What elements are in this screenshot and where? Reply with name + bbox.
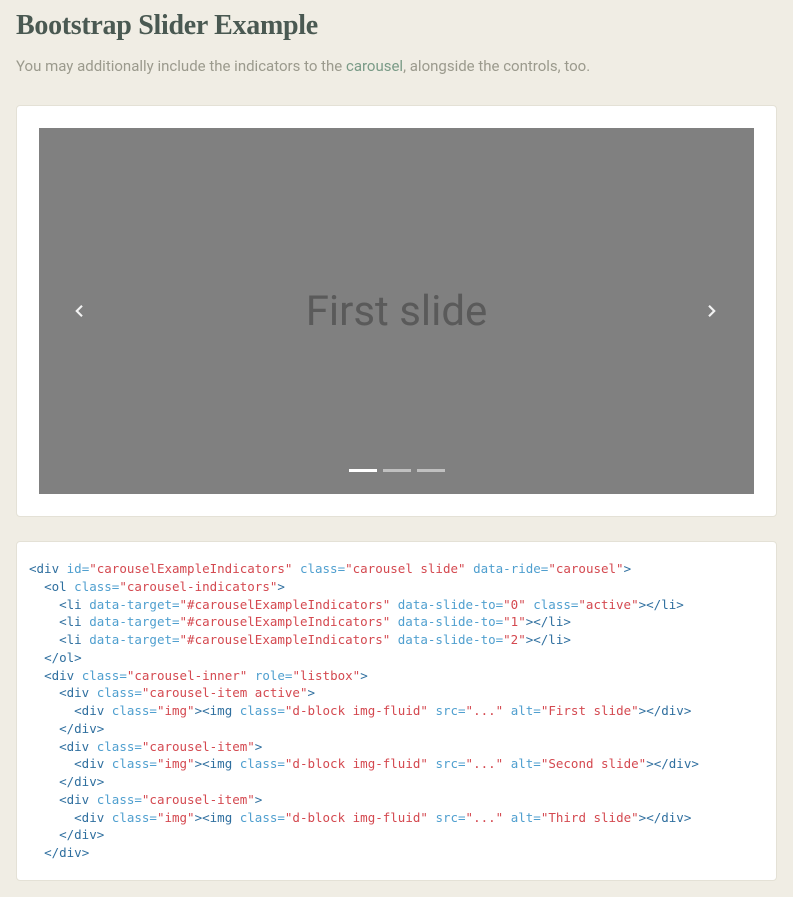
carousel-indicator[interactable] xyxy=(417,469,445,472)
slide-label: First slide xyxy=(306,287,488,336)
carousel-indicators xyxy=(349,469,445,472)
code-line: <div class="carousel-item"> xyxy=(29,791,764,809)
code-line: </ol> xyxy=(29,649,764,667)
page-title: Bootstrap Slider Example xyxy=(16,10,777,42)
chevron-left-icon xyxy=(70,302,88,320)
code-line: </div> xyxy=(29,773,764,791)
code-line: </div> xyxy=(29,720,764,738)
code-line: <div class="carousel-inner" role="listbo… xyxy=(29,667,764,685)
code-line: <ol class="carousel-indicators"> xyxy=(29,578,764,596)
carousel-prev-button[interactable] xyxy=(59,291,99,331)
code-line: <div class="img"><img class="d-block img… xyxy=(29,755,764,773)
code-line: <div class="img"><img class="d-block img… xyxy=(29,702,764,720)
code-line: </div> xyxy=(29,844,764,862)
chevron-right-icon xyxy=(703,302,721,320)
carousel: First slide xyxy=(39,128,754,494)
code-line: <div id="carouselExampleIndicators" clas… xyxy=(29,560,764,578)
code-line: <li data-target="#carouselExampleIndicat… xyxy=(29,631,764,649)
carousel-link[interactable]: carousel xyxy=(346,57,403,75)
code-line: <div class="img"><img class="d-block img… xyxy=(29,809,764,827)
code-line: <div class="carousel-item active"> xyxy=(29,684,764,702)
code-example: <div id="carouselExampleIndicators" clas… xyxy=(16,541,777,881)
intro-before: You may additionally include the indicat… xyxy=(16,57,346,75)
code-line: </div> xyxy=(29,826,764,844)
intro-text: You may additionally include the indicat… xyxy=(16,56,777,77)
code-line: <div class="carousel-item"> xyxy=(29,738,764,756)
carousel-demo-box: First slide xyxy=(16,105,777,517)
carousel-indicator[interactable] xyxy=(349,469,377,472)
code-line: <li data-target="#carouselExampleIndicat… xyxy=(29,613,764,631)
code-line: <li data-target="#carouselExampleIndicat… xyxy=(29,596,764,614)
carousel-indicator[interactable] xyxy=(383,469,411,472)
carousel-next-button[interactable] xyxy=(692,291,732,331)
intro-after: , alongside the controls, too. xyxy=(403,57,590,75)
